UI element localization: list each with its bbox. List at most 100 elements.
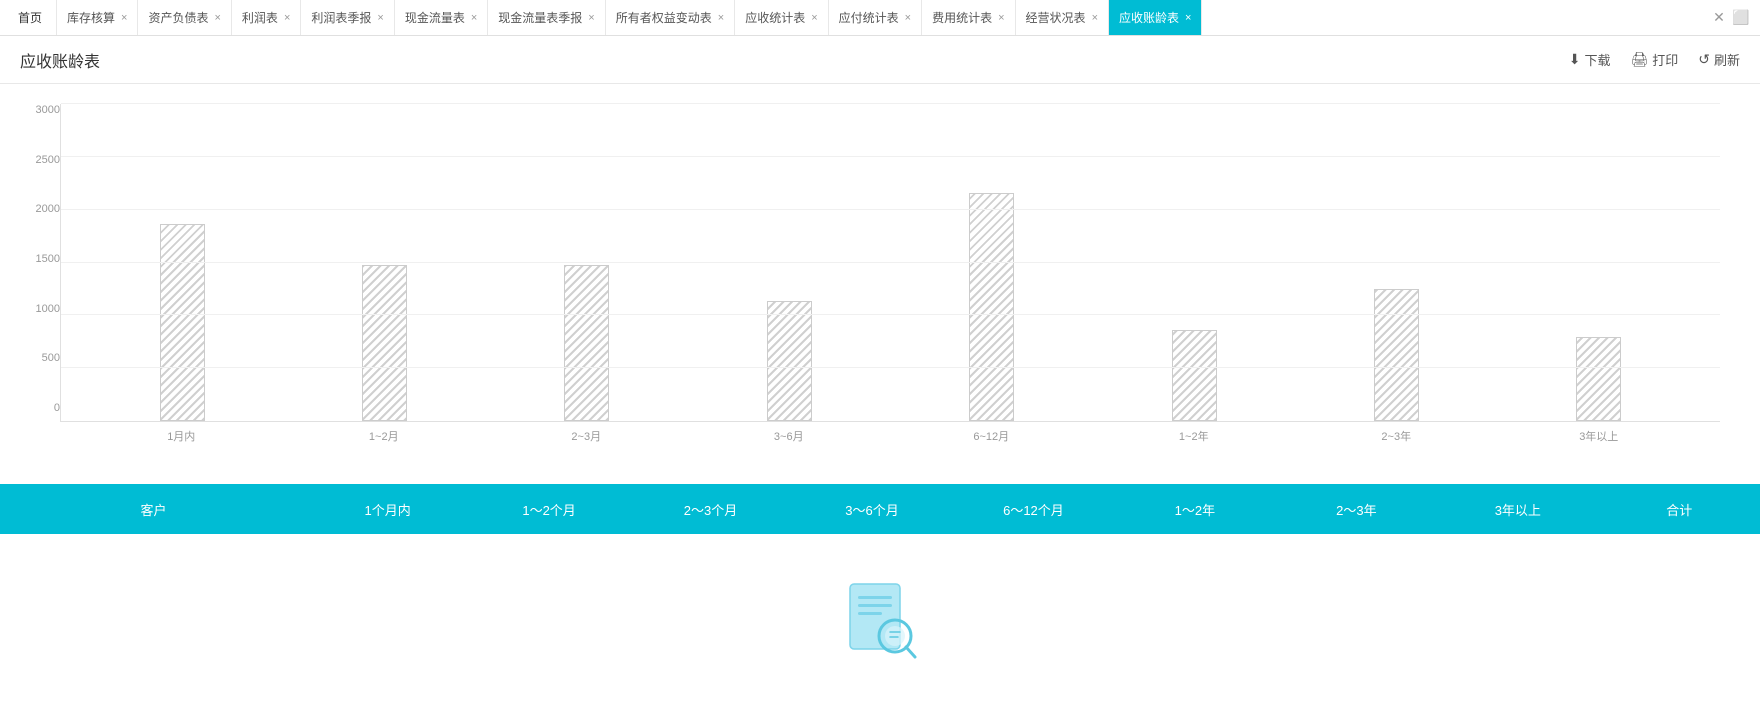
tab-ar-aging-label: 应收账龄表: [1119, 9, 1179, 26]
x-axis-label: 1~2月: [283, 428, 486, 444]
grid-line: [61, 367, 1720, 368]
window-maximize-button[interactable]: ⬜: [1734, 11, 1748, 25]
table-header-cell: 1个月内: [307, 500, 468, 519]
table-header: 客户1个月内1～2个月2～3个月3～6个月6～12个月1～2年2～3年3年以上合…: [0, 484, 1760, 534]
y-axis-label: 2000: [36, 203, 60, 215]
bar: [160, 224, 205, 421]
table-header-cell: 3～6个月: [791, 500, 952, 519]
tab-profit-close[interactable]: ×: [284, 12, 290, 24]
page-title: 应收账龄表: [20, 48, 100, 72]
tab-cashflow-close[interactable]: ×: [471, 12, 477, 24]
page-header: 应收账龄表 ⬇ 下载 🖨 打印 ↺ 刷新: [0, 36, 1760, 84]
empty-icon: [830, 574, 930, 674]
refresh-label: 刷新: [1714, 50, 1740, 69]
tab-home[interactable]: 首页: [4, 0, 57, 36]
y-axis-label: 2500: [36, 154, 60, 166]
y-axis-label: 3000: [36, 104, 60, 116]
y-axis-label: 500: [42, 352, 60, 364]
download-label: 下载: [1584, 50, 1610, 69]
tab-equity-close[interactable]: ×: [718, 12, 724, 24]
tab-inventory-close[interactable]: ×: [121, 12, 127, 24]
x-axis-label: 2~3年: [1295, 428, 1498, 444]
tab-ar-stat-label: 应收统计表: [745, 9, 805, 26]
x-axis-label: 2~3月: [485, 428, 688, 444]
tab-expense-stat-close[interactable]: ×: [998, 12, 1004, 24]
bar-group: [362, 265, 407, 421]
tab-ap-stat-close[interactable]: ×: [905, 12, 911, 24]
bar: [969, 193, 1014, 421]
chart-container: 050010001500200025003000 1月内1~2月2~3月3~6月…: [20, 104, 1720, 444]
tab-expense-stat[interactable]: 费用统计表 ×: [922, 0, 1015, 36]
x-axis-label: 3年以上: [1498, 428, 1701, 444]
tab-balance-label: 资产负债表: [148, 9, 208, 26]
tab-profit[interactable]: 利润表 ×: [232, 0, 301, 36]
bar: [767, 301, 812, 421]
tab-operation-close[interactable]: ×: [1092, 12, 1098, 24]
refresh-button[interactable]: ↺ 刷新: [1698, 50, 1740, 69]
grid-line: [61, 156, 1720, 157]
bar-group: [767, 301, 812, 421]
y-axis-label: 1500: [36, 253, 60, 265]
tab-ap-stat[interactable]: 应付统计表 ×: [829, 0, 922, 36]
grid-lines: [60, 104, 1720, 422]
tab-home-label: 首页: [18, 9, 42, 26]
print-label: 打印: [1652, 50, 1678, 69]
tab-profit-quarterly-close[interactable]: ×: [377, 12, 383, 24]
bar: [564, 265, 609, 421]
bars-container: [61, 104, 1720, 421]
bar: [362, 265, 407, 421]
empty-state: [0, 534, 1760, 714]
chart-area: 050010001500200025003000 1月内1~2月2~3月3~6月…: [0, 84, 1760, 484]
download-icon: ⬇: [1569, 51, 1581, 68]
tab-ar-stat[interactable]: 应收统计表 ×: [735, 0, 828, 36]
print-button[interactable]: 🖨 打印: [1630, 50, 1678, 69]
x-axis-label: 1~2年: [1093, 428, 1296, 444]
bar-group: [1172, 330, 1217, 421]
table-header-cell: 2～3个月: [630, 500, 791, 519]
tab-inventory[interactable]: 库存核算 ×: [57, 0, 138, 36]
tab-ap-stat-label: 应付统计表: [839, 9, 899, 26]
tab-expense-stat-label: 费用统计表: [932, 9, 992, 26]
bar-group: [564, 265, 609, 421]
tab-cashflow-quarterly-label: 现金流量表季报: [498, 9, 582, 26]
tab-cashflow-quarterly[interactable]: 现金流量表季报 ×: [488, 0, 605, 36]
main-content: 050010001500200025003000 1月内1~2月2~3月3~6月…: [0, 84, 1760, 720]
x-axis-label: 3~6月: [688, 428, 891, 444]
tab-inventory-label: 库存核算: [67, 9, 115, 26]
bar-group: [1374, 289, 1419, 421]
table-header-cell: 1～2个月: [468, 500, 629, 519]
tab-operation[interactable]: 经营状况表 ×: [1016, 0, 1109, 36]
tab-ar-aging-close[interactable]: ×: [1185, 12, 1191, 24]
tab-balance-close[interactable]: ×: [214, 12, 220, 24]
tab-bar: 首页 库存核算 × 资产负债表 × 利润表 × 利润表季报 × 现金流量表 × …: [0, 0, 1760, 36]
bar-group: [969, 193, 1014, 421]
x-axis-label: 1月内: [80, 428, 283, 444]
tab-profit-quarterly-label: 利润表季报: [311, 9, 371, 26]
tab-ar-aging[interactable]: 应收账龄表 ×: [1109, 0, 1202, 36]
header-actions: ⬇ 下载 🖨 打印 ↺ 刷新: [1569, 50, 1740, 69]
download-button[interactable]: ⬇ 下载: [1569, 50, 1611, 69]
tab-operation-label: 经营状况表: [1026, 9, 1086, 26]
grid-line: [61, 209, 1720, 210]
window-close-button[interactable]: ✕: [1712, 11, 1726, 25]
tab-equity[interactable]: 所有者权益变动表 ×: [606, 0, 735, 36]
tab-cashflow-quarterly-close[interactable]: ×: [588, 12, 594, 24]
table-header-cell: 6～12个月: [953, 500, 1114, 519]
table-header-cell: 3年以上: [1437, 500, 1598, 519]
y-axis-label: 1000: [36, 303, 60, 315]
x-axis-label: 6~12月: [890, 428, 1093, 444]
tab-cashflow[interactable]: 现金流量表 ×: [395, 0, 488, 36]
bar: [1576, 337, 1621, 421]
table-header-cell: 合计: [1599, 500, 1760, 519]
bar-group: [1576, 337, 1621, 421]
tab-balance[interactable]: 资产负债表 ×: [138, 0, 231, 36]
tab-profit-quarterly[interactable]: 利润表季报 ×: [301, 0, 394, 36]
bar: [1172, 330, 1217, 421]
chart-inner: 1月内1~2月2~3月3~6月6~12月1~2年2~3年3年以上: [60, 104, 1720, 444]
tab-equity-label: 所有者权益变动表: [616, 9, 712, 26]
bar: [1374, 289, 1419, 421]
x-axis-labels: 1月内1~2月2~3月3~6月6~12月1~2年2~3年3年以上: [60, 422, 1720, 444]
tab-cashflow-label: 现金流量表: [405, 9, 465, 26]
refresh-icon: ↺: [1698, 51, 1710, 68]
tab-ar-stat-close[interactable]: ×: [811, 12, 817, 24]
